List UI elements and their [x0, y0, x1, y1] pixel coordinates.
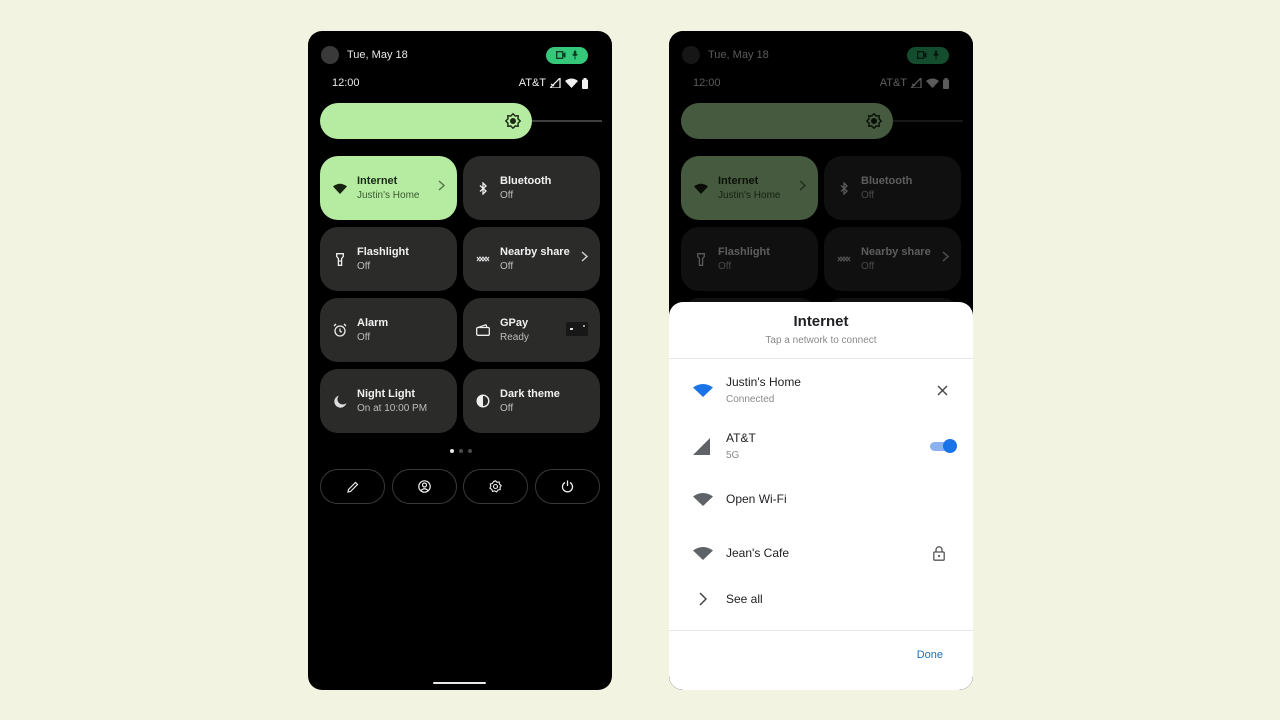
tile-label: Night Light: [357, 388, 416, 400]
mic-icon: [572, 50, 578, 60]
dark-theme-icon: [475, 393, 491, 409]
network-status: Connected: [726, 394, 775, 405]
divider: [669, 630, 973, 631]
close-icon[interactable]: [937, 385, 948, 396]
tile-status: Ready: [500, 332, 529, 343]
footer-actions: [320, 469, 600, 504]
network-item-open-wifi[interactable]: Open Wi-Fi: [669, 479, 973, 519]
divider: [669, 358, 973, 359]
tile-internet[interactable]: Internet Justin's Home: [320, 156, 457, 220]
tile-gpay[interactable]: GPay Ready: [463, 298, 600, 362]
power-button[interactable]: [534, 469, 600, 504]
battery-icon: [582, 77, 588, 89]
privacy-indicator-chip[interactable]: [546, 46, 588, 64]
user-button[interactable]: [391, 469, 457, 504]
page-dot[interactable]: [459, 449, 463, 453]
alarm-icon: [332, 322, 348, 338]
dialog-title: Internet: [793, 313, 849, 330]
tile-status: Off: [500, 190, 514, 201]
tile-label: Nearby share: [500, 246, 570, 258]
wifi-icon: [693, 493, 713, 506]
signal-icon: [693, 437, 710, 455]
brightness-fill[interactable]: [320, 103, 532, 139]
wifi-icon: [693, 547, 713, 560]
tile-label: Alarm: [357, 317, 389, 329]
brightness-slider[interactable]: [320, 103, 602, 139]
tile-alarm[interactable]: Alarm Off: [320, 298, 457, 362]
tile-label: Flashlight: [357, 246, 409, 258]
network-item-jeans-cafe[interactable]: Jean's Cafe: [669, 533, 973, 573]
clock: 12:00: [332, 77, 360, 89]
status-header: Tue, May 18: [321, 45, 599, 65]
tile-label: GPay: [500, 317, 529, 329]
network-name: AT&T: [726, 431, 756, 445]
wallet-icon: [475, 322, 491, 338]
tile-status: Off: [500, 261, 514, 272]
network-name: Justin's Home: [726, 375, 801, 389]
brightness-icon: [505, 113, 521, 129]
tile-status: Off: [357, 332, 371, 343]
dialog-subtitle: Tap a network to connect: [765, 335, 877, 346]
settings-button[interactable]: [463, 469, 529, 504]
user-icon: [417, 480, 431, 493]
page-dot-active[interactable]: [450, 449, 454, 453]
tile-status: Justin's Home: [357, 190, 420, 201]
tile-status: Off: [500, 403, 514, 414]
tile-bluetooth[interactable]: Bluetooth Off: [463, 156, 600, 220]
see-all-label: See all: [726, 592, 763, 606]
network-name: Jean's Cafe: [726, 546, 789, 560]
tile-dark-theme[interactable]: Dark theme Off: [463, 369, 600, 433]
date-label: Tue, May 18: [347, 49, 408, 61]
settings-icon: [489, 480, 503, 493]
edit-button[interactable]: [320, 469, 385, 504]
see-all-link[interactable]: See all: [669, 579, 973, 619]
tile-status: Off: [357, 261, 371, 272]
wifi-icon: [693, 384, 713, 397]
tile-flashlight[interactable]: Flashlight Off: [320, 227, 457, 291]
lock-icon: [933, 545, 945, 561]
quick-settings-phone: Tue, May 18 12:00 AT&T Internet Justin's …: [308, 31, 612, 690]
network-name: Open Wi-Fi: [726, 492, 787, 506]
brightness-track[interactable]: [522, 120, 602, 122]
camera-icon: [556, 51, 566, 59]
flashlight-icon: [332, 251, 348, 267]
carrier-label: AT&T: [518, 77, 546, 89]
payment-card-thumbnail: [566, 322, 588, 336]
internet-panel-phone: Tue, May 18 12:00 AT&T InternetJustin's …: [669, 31, 973, 690]
tile-status: On at 10:00 PM: [357, 403, 428, 414]
network-item-att[interactable]: AT&T 5G: [669, 426, 973, 466]
chevron-right-icon: [699, 592, 707, 606]
tile-label: Internet: [357, 175, 398, 187]
tile-nearby-share[interactable]: Nearby share Off: [463, 227, 600, 291]
page-dot[interactable]: [468, 449, 472, 453]
page-indicator: [450, 449, 472, 453]
tile-label: Dark theme: [500, 388, 560, 400]
wifi-icon: [565, 78, 578, 88]
signal-icon: [550, 78, 561, 88]
tile-label: Bluetooth: [500, 175, 552, 187]
network-item-justins-home[interactable]: Justin's Home Connected: [669, 370, 973, 410]
moon-icon: [332, 393, 348, 409]
tile-night-light[interactable]: Night Light On at 10:00 PM: [320, 369, 457, 433]
power-icon: [561, 480, 574, 493]
edit-icon: [346, 481, 358, 493]
quick-settings-tiles: Internet Justin's Home Bluetooth Off Flash…: [320, 156, 600, 433]
mobile-data-toggle[interactable]: [930, 439, 957, 453]
chevron-right-icon[interactable]: [581, 251, 588, 262]
internet-dialog: Internet Tap a network to connect Justin…: [669, 302, 973, 690]
status-bar: 12:00 AT&T: [332, 75, 588, 91]
nearby-share-icon: [475, 251, 491, 267]
bluetooth-icon: [475, 180, 491, 196]
network-status: 5G: [726, 450, 740, 461]
wifi-icon: [332, 180, 348, 196]
chevron-right-icon[interactable]: [438, 180, 445, 191]
home-gesture-bar[interactable]: [433, 682, 486, 684]
done-button[interactable]: Done: [917, 649, 943, 661]
avatar[interactable]: [321, 46, 339, 64]
